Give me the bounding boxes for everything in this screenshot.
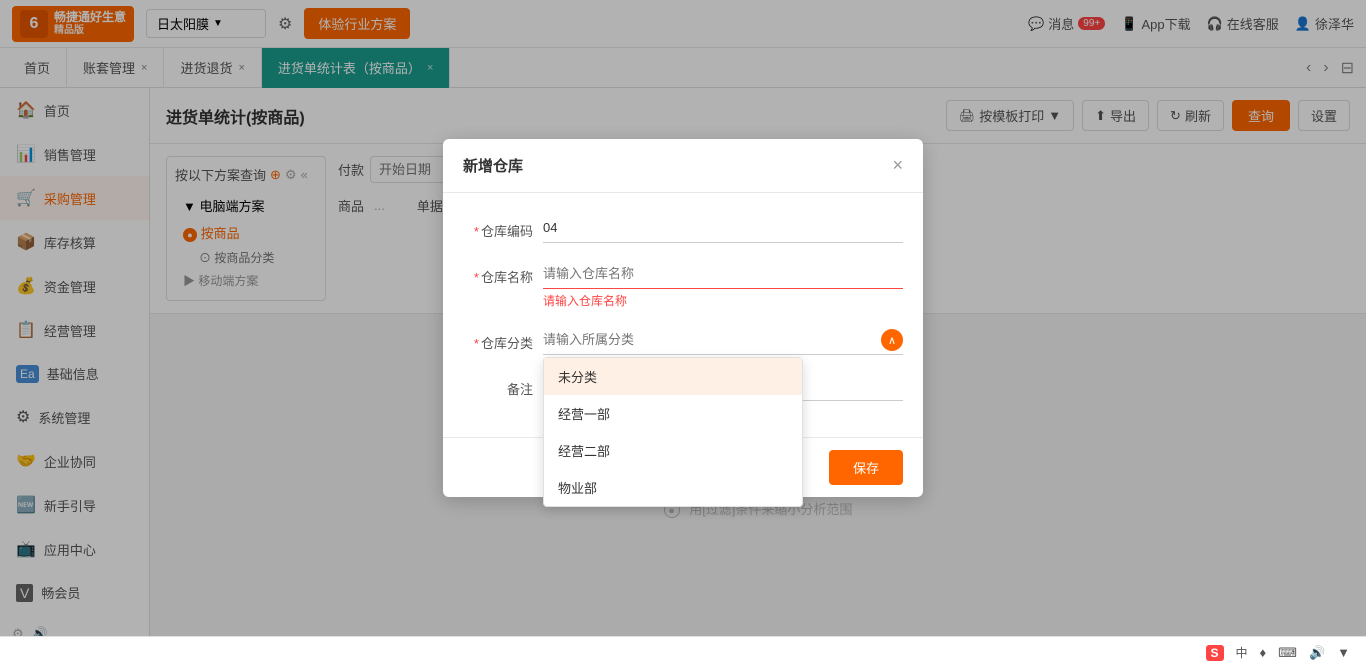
warehouse-name-label: 仓库名称 bbox=[463, 259, 543, 286]
warehouse-name-wrap: 请输入仓库名称 bbox=[543, 259, 903, 309]
chevron-icon: ▼ bbox=[1337, 645, 1350, 660]
warehouse-category-wrap: ∧ 未分类 经营一部 经营二部 物业部 bbox=[543, 325, 903, 355]
modal-body: 仓库编码 仓库名称 请输入仓库名称 仓库分类 ∧ bbox=[443, 193, 923, 437]
category-select-wrap: ∧ bbox=[543, 325, 903, 355]
dropdown-item-2[interactable]: 经营二部 bbox=[544, 432, 802, 469]
dropdown-item-0[interactable]: 未分类 bbox=[544, 358, 802, 395]
warehouse-code-wrap bbox=[543, 213, 903, 243]
s-logo-icon: S bbox=[1206, 645, 1224, 661]
warehouse-name-error: 请输入仓库名称 bbox=[543, 292, 903, 309]
dropdown-toggle-btn[interactable]: ∧ bbox=[881, 329, 903, 351]
dropdown-item-1[interactable]: 经营一部 bbox=[544, 395, 802, 432]
warehouse-code-label: 仓库编码 bbox=[463, 213, 543, 240]
volume-icon: 🔊 bbox=[1309, 645, 1325, 661]
modal-title: 新增仓库 bbox=[463, 155, 523, 176]
form-row-code: 仓库编码 bbox=[463, 213, 903, 243]
category-dropdown-list: 未分类 经营一部 经营二部 物业部 bbox=[543, 357, 803, 507]
warehouse-category-label: 仓库分类 bbox=[463, 325, 543, 352]
save-btn[interactable]: 保存 bbox=[829, 450, 903, 485]
modal-overlay[interactable]: 新增仓库 × 仓库编码 仓库名称 请输入仓库名称 仓库分类 bbox=[0, 0, 1366, 636]
warehouse-code-input[interactable] bbox=[543, 213, 903, 243]
keyboard-icon: ⌨ bbox=[1278, 645, 1297, 661]
form-row-name: 仓库名称 请输入仓库名称 bbox=[463, 259, 903, 309]
warehouse-category-input[interactable] bbox=[543, 325, 903, 355]
diamond-icon: ♦ bbox=[1260, 645, 1267, 660]
notes-label: 备注 bbox=[463, 371, 543, 398]
dropdown-item-3[interactable]: 物业部 bbox=[544, 469, 802, 506]
modal-header: 新增仓库 × bbox=[443, 139, 923, 193]
new-warehouse-modal: 新增仓库 × 仓库编码 仓库名称 请输入仓库名称 仓库分类 bbox=[443, 139, 923, 497]
zh-icon: 中 bbox=[1236, 644, 1248, 661]
bottom-status-bar: S 中 ♦ ⌨ 🔊 ▼ bbox=[0, 636, 1366, 668]
warehouse-name-input[interactable] bbox=[543, 259, 903, 289]
modal-close-btn[interactable]: × bbox=[892, 155, 903, 176]
form-row-category: 仓库分类 ∧ 未分类 经营一部 经营二部 物业部 bbox=[463, 325, 903, 355]
